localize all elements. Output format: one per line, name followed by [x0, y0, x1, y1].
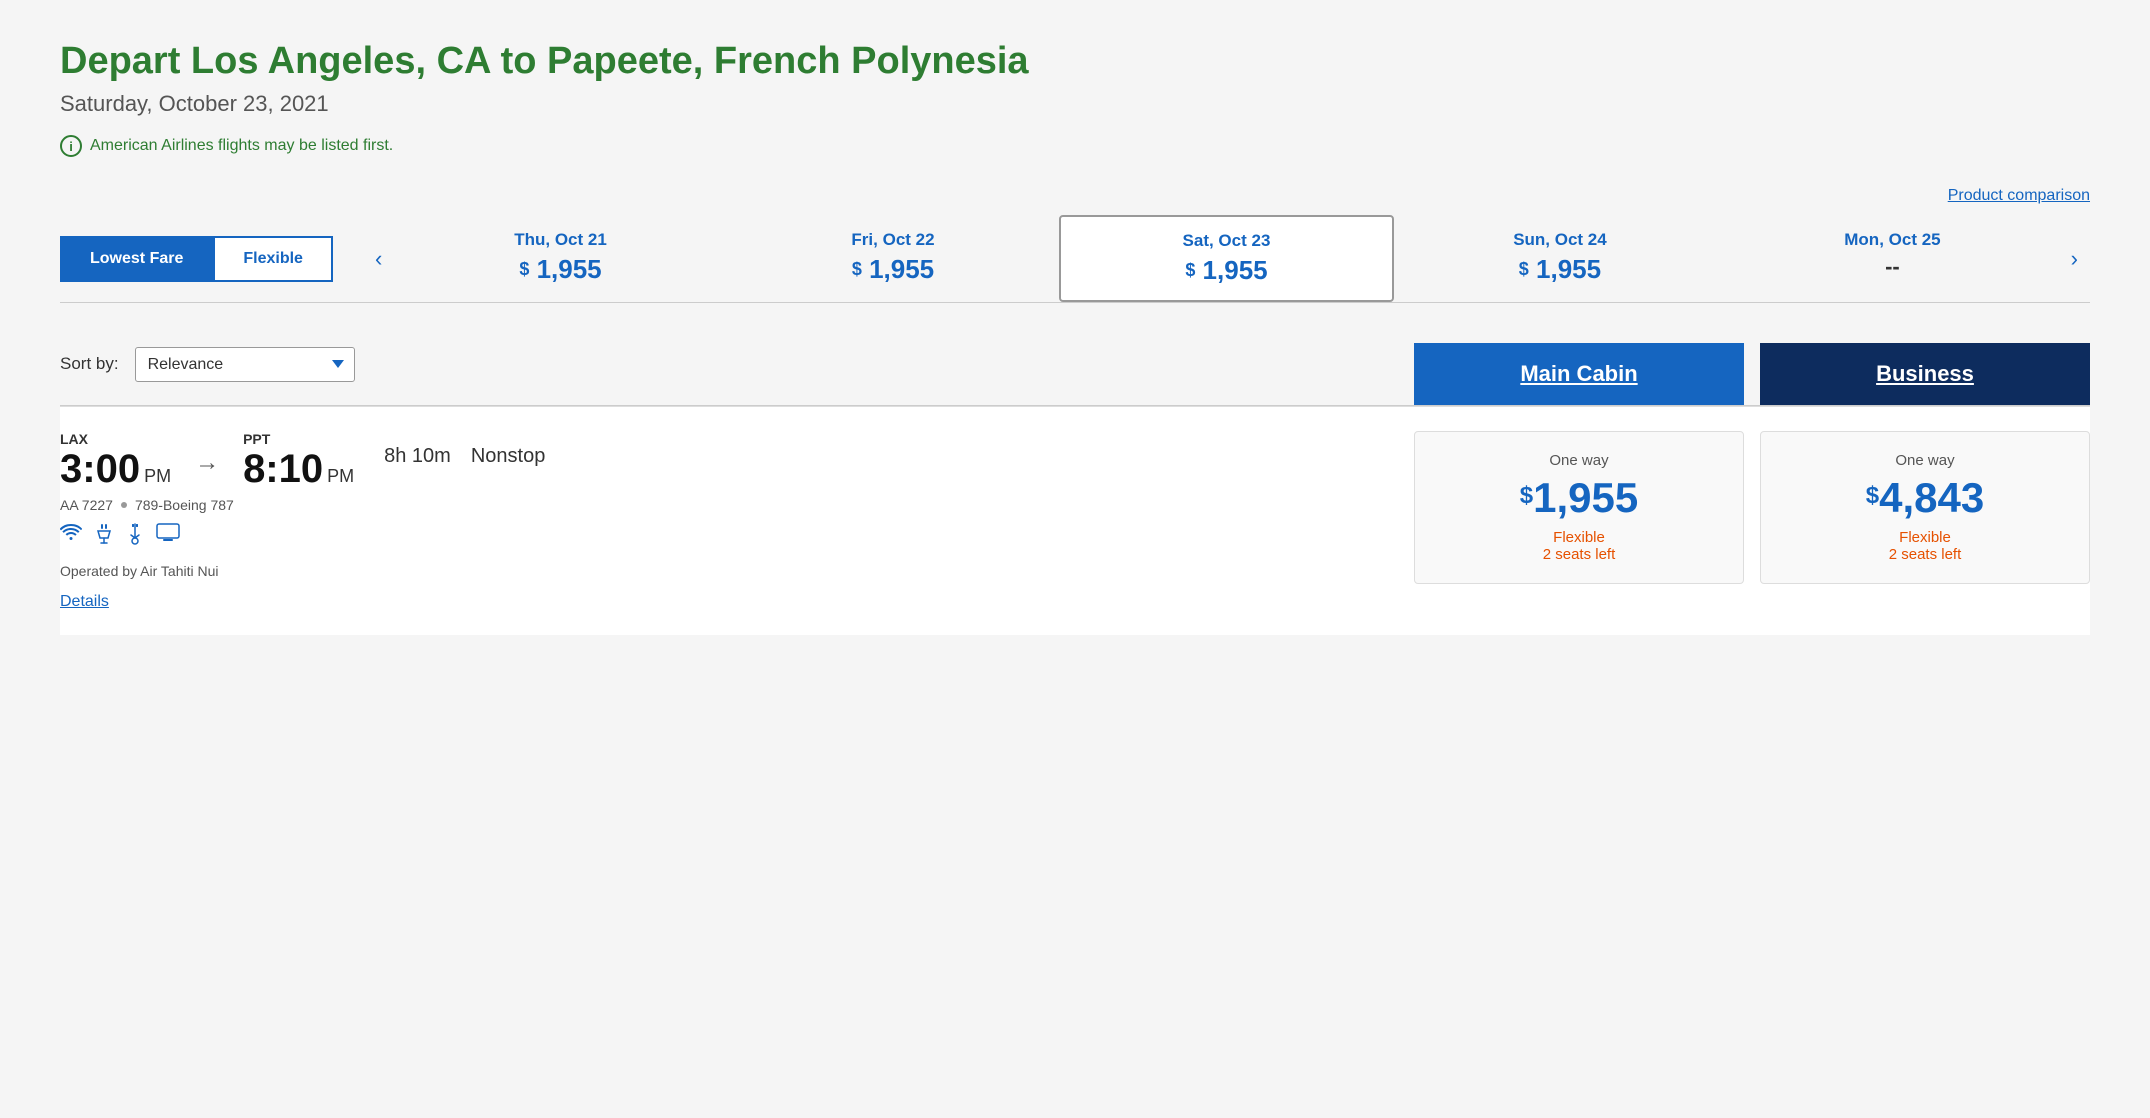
duration-text: 8h 10m [384, 445, 451, 468]
page-subtitle: Saturday, October 23, 2021 [60, 91, 2090, 117]
date-col-sat[interactable]: Sat, Oct 23 $ 1,955 [1059, 215, 1393, 302]
flight-number: AA 7227 [60, 497, 113, 513]
usb-icon [126, 523, 144, 551]
bullet [121, 502, 127, 508]
main-cabin-dollar: $ [1520, 483, 1533, 509]
flight-duration-col: 8h 10m Nonstop [384, 431, 545, 468]
depart-time: 3:00 [60, 449, 140, 489]
origin-code: LAX [60, 431, 171, 447]
date-col-mon-label: Mon, Oct 25 [1737, 230, 2047, 250]
sort-label: Sort by: [60, 354, 119, 374]
business-fare-card[interactable]: One way $4,843 Flexible 2 seats left [1760, 431, 2090, 584]
wifi-icon [60, 523, 82, 551]
date-col-sun-price: $ 1,955 [1405, 254, 1715, 285]
title-route: Los Angeles, CA to Papeete, French Polyn… [191, 40, 1029, 82]
sort-row: Sort by: Relevance Price Duration Depart… [60, 347, 355, 382]
date-col-thu-price: $ 1,955 [405, 254, 715, 285]
date-col-sat-price: $ 1,955 [1071, 255, 1381, 286]
sort-and-cabin-wrapper: Sort by: Relevance Price Duration Depart… [60, 343, 2090, 405]
product-comparison-link[interactable]: Product comparison [1948, 187, 2090, 205]
info-notice: i American Airlines flights may be liste… [60, 135, 2090, 157]
main-cabin-label: Main Cabin [1520, 361, 1637, 386]
operated-by: Operated by Air Tahiti Nui [60, 563, 1414, 579]
cabin-headers: Main Cabin Business [1414, 343, 2090, 405]
page-title: Depart Los Angeles, CA to Papeete, Frenc… [60, 40, 2090, 83]
lowest-fare-button[interactable]: Lowest Fare [60, 236, 213, 282]
entertainment-icon [156, 523, 180, 551]
power-icon [94, 523, 114, 551]
title-prefix: Depart [60, 40, 191, 82]
fare-cards: One way $1,955 Flexible 2 seats left One… [1414, 431, 2090, 584]
date-col-fri[interactable]: Fri, Oct 22 $ 1,955 [727, 215, 1059, 302]
arrow-col: → [171, 431, 243, 477]
business-label: Business [1876, 361, 1974, 386]
main-cabin-price: $1,955 [1435, 475, 1723, 521]
business-oneway-label: One way [1781, 452, 2069, 469]
business-header[interactable]: Business [1760, 343, 2090, 405]
flight-details: LAX 3:00 PM → PPT 8:10 PM 8h 10m Nonstop [60, 431, 1414, 611]
date-col-mon[interactable]: Mon, Oct 25 -- [1726, 215, 2058, 302]
flexible-button[interactable]: Flexible [213, 236, 333, 282]
business-seats: 2 seats left [1781, 546, 2069, 563]
arrive-time: 8:10 [243, 449, 323, 489]
main-cabin-header[interactable]: Main Cabin [1414, 343, 1744, 405]
amenities-row [60, 523, 1414, 551]
date-col-fri-label: Fri, Oct 22 [738, 230, 1048, 250]
prev-date-arrow[interactable]: ‹ [363, 246, 394, 272]
date-col-thu[interactable]: Thu, Oct 21 $ 1,955 [394, 215, 726, 302]
date-col-mon-price: -- [1737, 254, 2047, 280]
depart-period: PM [144, 466, 171, 487]
flight-row: LAX 3:00 PM → PPT 8:10 PM 8h 10m Nonstop [60, 406, 2090, 635]
main-cabin-flexible: Flexible [1435, 529, 1723, 546]
arrive-period: PM [327, 466, 354, 487]
flight-arrow: → [195, 449, 219, 477]
main-cabin-fare-card[interactable]: One way $1,955 Flexible 2 seats left [1414, 431, 1744, 584]
origin-col: LAX 3:00 PM [60, 431, 171, 489]
info-icon: i [60, 135, 82, 157]
main-cabin-seats: 2 seats left [1435, 546, 1723, 563]
dest-col: PPT 8:10 PM [243, 431, 354, 489]
date-col-sun[interactable]: Sun, Oct 24 $ 1,955 [1394, 215, 1726, 302]
details-link[interactable]: Details [60, 593, 109, 611]
aircraft-type: 789-Boeing 787 [135, 497, 234, 513]
main-cabin-oneway-label: One way [1435, 452, 1723, 469]
product-comparison-row: Product comparison [60, 187, 2090, 205]
business-flexible: Flexible [1781, 529, 2069, 546]
business-dollar: $ [1866, 483, 1879, 509]
date-col-sun-label: Sun, Oct 24 [1405, 230, 1715, 250]
info-notice-text: American Airlines flights may be listed … [90, 137, 393, 155]
fare-toggle: Lowest Fare Flexible [60, 236, 333, 282]
flight-meta: AA 7227 789-Boeing 787 [60, 497, 1414, 513]
next-date-arrow[interactable]: › [2059, 246, 2090, 272]
date-col-thu-label: Thu, Oct 21 [405, 230, 715, 250]
date-selector-row: Lowest Fare Flexible ‹ Thu, Oct 21 $ 1,9… [60, 215, 2090, 303]
nonstop-text: Nonstop [471, 445, 546, 468]
dest-code: PPT [243, 431, 354, 447]
date-col-fri-price: $ 1,955 [738, 254, 1048, 285]
date-columns: Thu, Oct 21 $ 1,955 Fri, Oct 22 $ 1,955 … [394, 215, 2058, 302]
sort-select[interactable]: Relevance Price Duration Departure Arriv… [135, 347, 355, 382]
date-col-sat-label: Sat, Oct 23 [1071, 231, 1381, 251]
business-price: $4,843 [1781, 475, 2069, 521]
